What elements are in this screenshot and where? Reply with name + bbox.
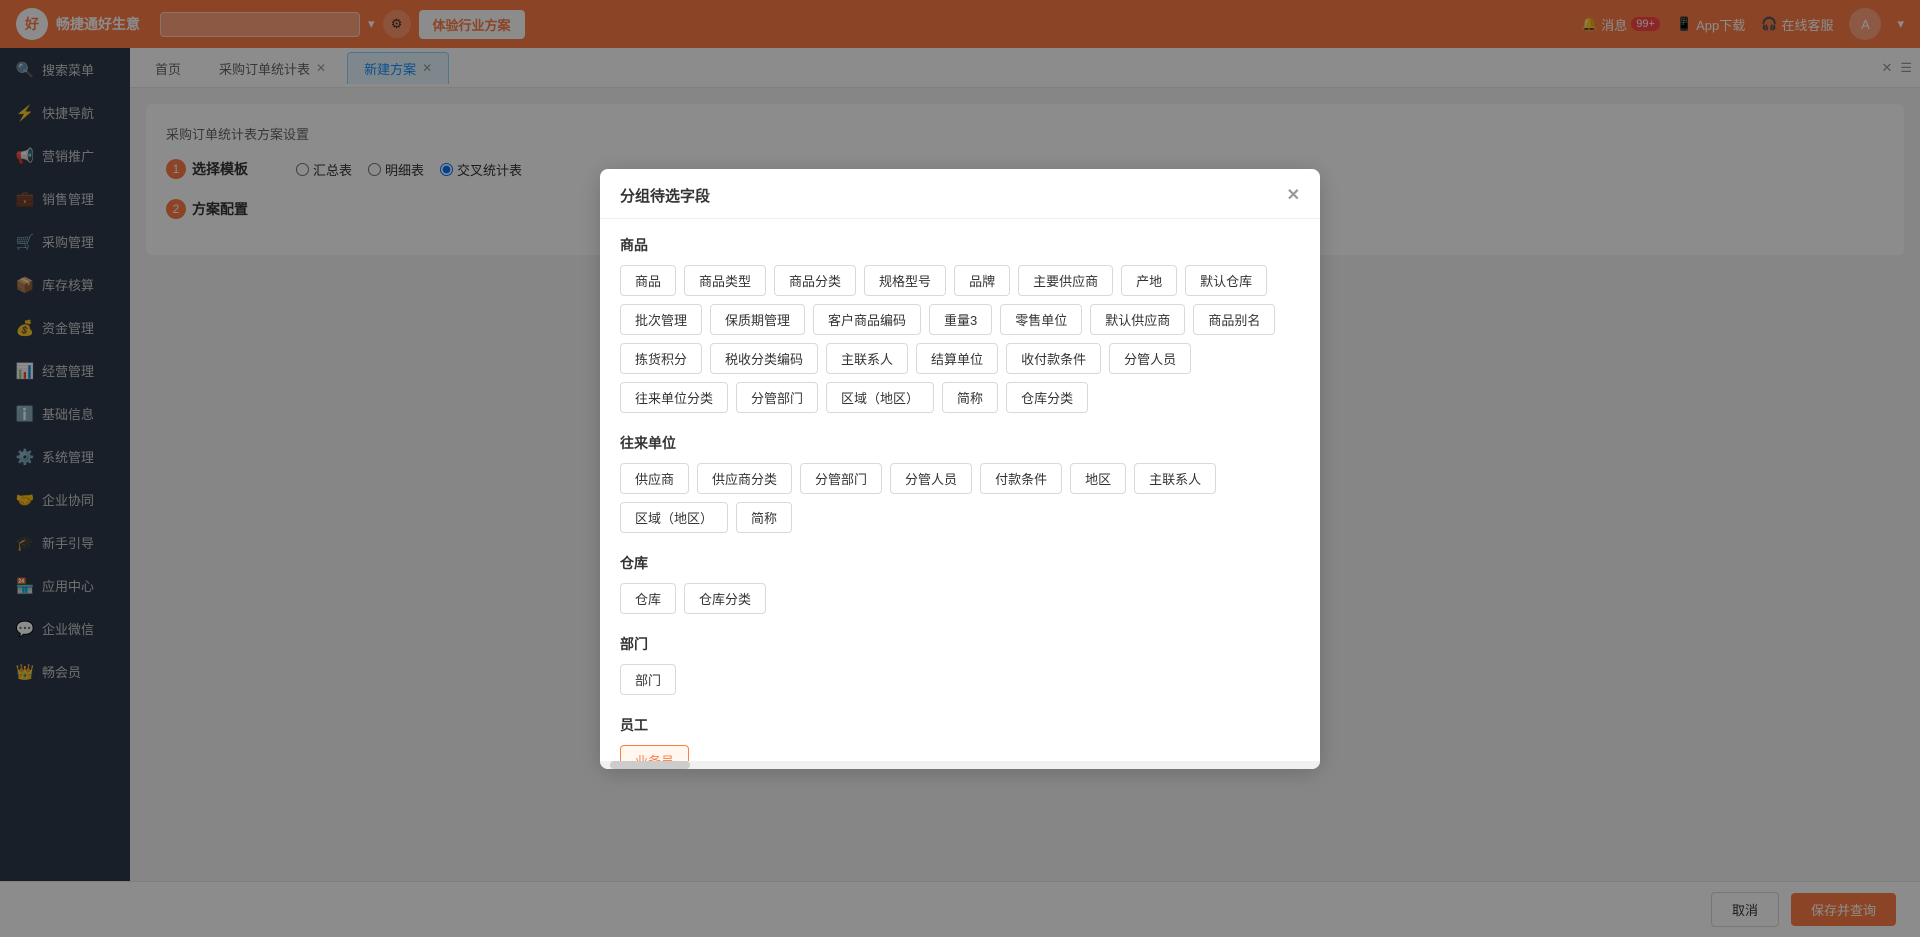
field-product-alias[interactable]: 商品别名 bbox=[1193, 304, 1275, 335]
field-retail-unit[interactable]: 零售单位 bbox=[1000, 304, 1082, 335]
field-short-name-product[interactable]: 简称 bbox=[942, 382, 998, 413]
field-warehouse-category-product[interactable]: 仓库分类 bbox=[1006, 382, 1088, 413]
field-customer-code[interactable]: 客户商品编码 bbox=[813, 304, 921, 335]
section-warehouse: 仓库 仓库 仓库分类 bbox=[620, 553, 1300, 614]
field-product[interactable]: 商品 bbox=[620, 265, 676, 296]
field-region-product[interactable]: 区域（地区） bbox=[826, 382, 934, 413]
section-employee-title: 员工 bbox=[620, 715, 1300, 735]
field-salesperson[interactable]: 业务员 bbox=[620, 745, 689, 761]
field-shelf-life[interactable]: 保质期管理 bbox=[710, 304, 805, 335]
modal-header: 分组待选字段 ✕ bbox=[600, 169, 1320, 219]
modal: 分组待选字段 ✕ 商品 商品 商品类型 商品分类 规格型号 品牌 主要供应商 产… bbox=[600, 169, 1320, 769]
section-warehouse-title: 仓库 bbox=[620, 553, 1300, 573]
field-default-supplier[interactable]: 默认供应商 bbox=[1090, 304, 1185, 335]
modal-body: 商品 商品 商品类型 商品分类 规格型号 品牌 主要供应商 产地 默认仓库 批次… bbox=[600, 219, 1320, 761]
field-supplier-category[interactable]: 供应商分类 bbox=[697, 463, 792, 494]
field-settlement-unit[interactable]: 结算单位 bbox=[916, 343, 998, 374]
field-partner-main-contact[interactable]: 主联系人 bbox=[1134, 463, 1216, 494]
field-partner-staff[interactable]: 分管人员 bbox=[890, 463, 972, 494]
field-batch-mgmt[interactable]: 批次管理 bbox=[620, 304, 702, 335]
field-main-supplier[interactable]: 主要供应商 bbox=[1018, 265, 1113, 296]
field-default-warehouse[interactable]: 默认仓库 bbox=[1185, 265, 1267, 296]
field-brand[interactable]: 品牌 bbox=[954, 265, 1010, 296]
field-partner-category[interactable]: 往来单位分类 bbox=[620, 382, 728, 413]
field-pick-score[interactable]: 拣货积分 bbox=[620, 343, 702, 374]
department-field-grid: 部门 bbox=[620, 664, 1300, 695]
field-supervisor-staff[interactable]: 分管人员 bbox=[1109, 343, 1191, 374]
section-partner: 往来单位 供应商 供应商分类 分管部门 分管人员 付款条件 地区 主联系人 区域… bbox=[620, 433, 1300, 533]
field-short-name-partner[interactable]: 简称 bbox=[736, 502, 792, 533]
field-product-category[interactable]: 商品分类 bbox=[774, 265, 856, 296]
field-region-partner[interactable]: 区域（地区） bbox=[620, 502, 728, 533]
modal-close-button[interactable]: ✕ bbox=[1287, 185, 1300, 205]
section-product: 商品 商品 商品类型 商品分类 规格型号 品牌 主要供应商 产地 默认仓库 批次… bbox=[620, 235, 1300, 413]
field-tax-code[interactable]: 税收分类编码 bbox=[710, 343, 818, 374]
modal-hscroll-thumb bbox=[610, 761, 690, 769]
field-weight3[interactable]: 重量3 bbox=[929, 304, 992, 335]
employee-field-grid: 业务员 bbox=[620, 745, 1300, 761]
field-origin[interactable]: 产地 bbox=[1121, 265, 1177, 296]
field-supervisor-dept[interactable]: 分管部门 bbox=[736, 382, 818, 413]
warehouse-field-grid: 仓库 仓库分类 bbox=[620, 583, 1300, 614]
field-district[interactable]: 地区 bbox=[1070, 463, 1126, 494]
section-employee: 员工 业务员 bbox=[620, 715, 1300, 761]
modal-title: 分组待选字段 bbox=[620, 185, 710, 206]
modal-overlay: 分组待选字段 ✕ 商品 商品 商品类型 商品分类 规格型号 品牌 主要供应商 产… bbox=[0, 0, 1920, 937]
product-field-grid: 商品 商品类型 商品分类 规格型号 品牌 主要供应商 产地 默认仓库 批次管理 … bbox=[620, 265, 1300, 413]
section-product-title: 商品 bbox=[620, 235, 1300, 255]
field-payment-terms[interactable]: 收付款条件 bbox=[1006, 343, 1101, 374]
field-product-type[interactable]: 商品类型 bbox=[684, 265, 766, 296]
modal-horizontal-scrollbar[interactable] bbox=[600, 761, 1320, 769]
field-partner-dept[interactable]: 分管部门 bbox=[800, 463, 882, 494]
partner-field-grid: 供应商 供应商分类 分管部门 分管人员 付款条件 地区 主联系人 区域（地区） … bbox=[620, 463, 1300, 533]
field-spec-model[interactable]: 规格型号 bbox=[864, 265, 946, 296]
field-supplier[interactable]: 供应商 bbox=[620, 463, 689, 494]
field-warehouse[interactable]: 仓库 bbox=[620, 583, 676, 614]
field-department[interactable]: 部门 bbox=[620, 664, 676, 695]
section-department: 部门 部门 bbox=[620, 634, 1300, 695]
field-warehouse-category[interactable]: 仓库分类 bbox=[684, 583, 766, 614]
section-department-title: 部门 bbox=[620, 634, 1300, 654]
field-main-contact[interactable]: 主联系人 bbox=[826, 343, 908, 374]
section-partner-title: 往来单位 bbox=[620, 433, 1300, 453]
field-payment-condition[interactable]: 付款条件 bbox=[980, 463, 1062, 494]
